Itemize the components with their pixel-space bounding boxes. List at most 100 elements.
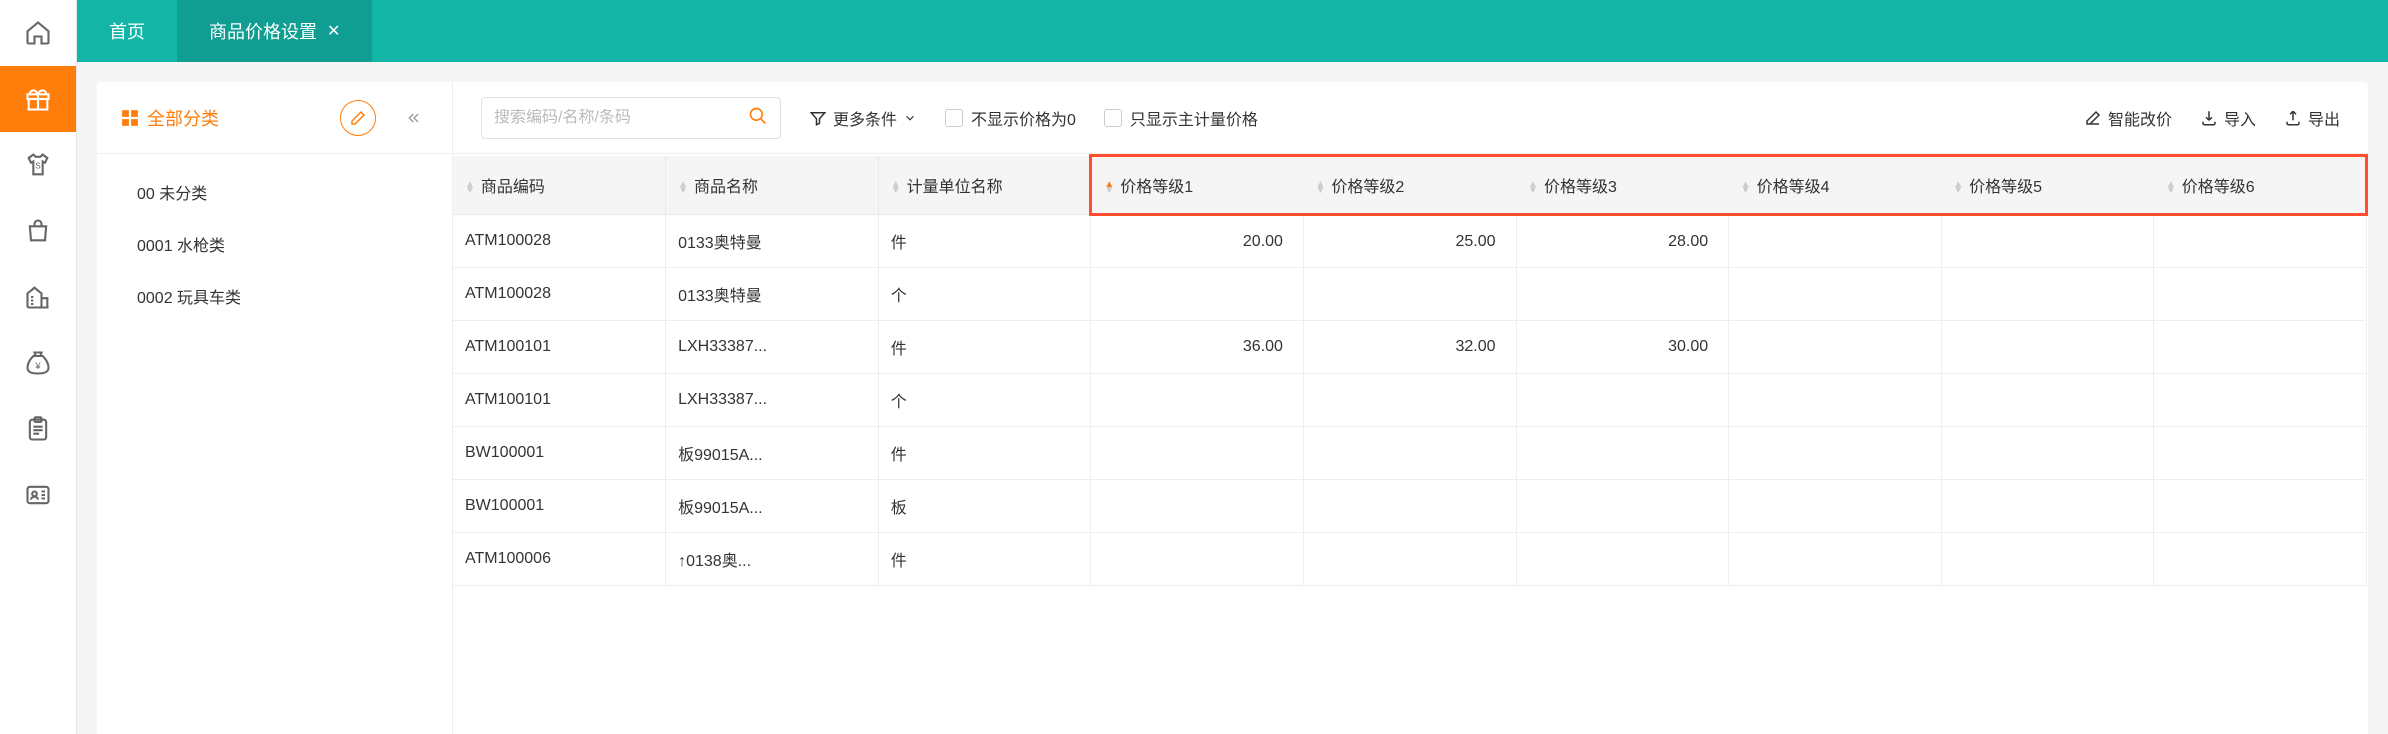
cell-price6[interactable] [2154,427,2367,480]
action-label: 导入 [2224,106,2256,130]
cell-price6[interactable] [2154,533,2367,586]
category-item[interactable]: 0002 玩具车类 [97,270,452,322]
table-row[interactable]: ATM100101LXH33387...个 [453,374,2367,427]
search-input[interactable] [494,109,748,127]
cell-price1[interactable] [1091,374,1304,427]
edit-category-button[interactable] [340,100,376,136]
cell-price4[interactable] [1729,533,1942,586]
nav-products[interactable] [0,66,76,132]
table-row[interactable]: ATM1000280133奥特曼个 [453,268,2367,321]
cell-price1[interactable] [1091,480,1304,533]
cell-price4[interactable] [1729,268,1942,321]
cell-price2[interactable] [1303,533,1516,586]
cell-price2[interactable] [1303,427,1516,480]
th-label: 价格等级2 [1331,179,1404,196]
cell-price3[interactable] [1516,374,1729,427]
nav-orders[interactable] [0,198,76,264]
th-code[interactable]: ▲▼商品编码 [453,156,666,215]
th-unit[interactable]: ▲▼计量单位名称 [878,156,1091,215]
cell-price3[interactable]: 28.00 [1516,215,1729,268]
cell-price2[interactable] [1303,268,1516,321]
cell-price5[interactable] [1941,374,2154,427]
gift-icon [24,85,52,113]
cell-price4[interactable] [1729,215,1942,268]
th-price3[interactable]: ▲▼价格等级3 [1516,156,1729,215]
th-price5[interactable]: ▲▼价格等级5 [1941,156,2154,215]
main-unit-only-checkbox[interactable]: 只显示主计量价格 [1104,106,1258,130]
cell-price6[interactable] [2154,480,2367,533]
more-conditions-button[interactable]: 更多条件 [809,106,917,130]
cell-price3[interactable] [1516,480,1729,533]
collapse-panel-button[interactable] [400,110,428,126]
tab-label: 商品价格设置 [209,18,317,44]
import-button[interactable]: 导入 [2200,106,2256,130]
cell-price1[interactable] [1091,427,1304,480]
table-row[interactable]: ATM1000280133奥特曼件20.0025.0028.00 [453,215,2367,268]
cell-price5[interactable] [1941,321,2154,374]
th-label: 价格等级4 [1757,179,1830,196]
th-label: 价格等级5 [1969,179,2042,196]
cell-price6[interactable] [2154,321,2367,374]
smart-change-button[interactable]: 智能改价 [2084,106,2172,130]
cell-price1[interactable]: 36.00 [1091,321,1304,374]
nav-warehouse[interactable] [0,264,76,330]
table-row[interactable]: ATM100101LXH33387...件36.0032.0030.00 [453,321,2367,374]
bag-icon [24,217,52,245]
cell-price6[interactable] [2154,374,2367,427]
cell-price4[interactable] [1729,321,1942,374]
table-row[interactable]: ATM100006↑0138奥...件 [453,533,2367,586]
th-name[interactable]: ▲▼商品名称 [666,156,879,215]
tab-home[interactable]: 首页 [77,0,177,62]
cell-price3[interactable]: 30.00 [1516,321,1729,374]
cell-price2[interactable]: 32.00 [1303,321,1516,374]
cell-price5[interactable] [1941,215,2154,268]
cell-price3[interactable] [1516,427,1729,480]
cell-unit: 件 [878,321,1091,374]
cell-price2[interactable] [1303,374,1516,427]
search-input-wrap[interactable] [481,97,781,139]
checkbox-label: 只显示主计量价格 [1130,106,1258,130]
nav-home[interactable] [0,0,76,66]
cell-price5[interactable] [1941,268,2154,321]
category-title[interactable]: 全部分类 [121,105,219,131]
checkbox-icon [1104,109,1122,127]
cell-price1[interactable] [1091,533,1304,586]
nav-finance[interactable]: ¥ [0,330,76,396]
cell-name: ↑0138奥... [666,533,879,586]
th-price1[interactable]: ▲▼价格等级1 [1091,156,1304,215]
cell-price4[interactable] [1729,480,1942,533]
cell-price6[interactable] [2154,215,2367,268]
cell-price3[interactable] [1516,268,1729,321]
tab-label: 首页 [109,18,145,44]
export-button[interactable]: 导出 [2284,106,2340,130]
cell-price2[interactable] [1303,480,1516,533]
cell-price1[interactable]: 20.00 [1091,215,1304,268]
category-item[interactable]: 0001 水枪类 [97,218,452,270]
cell-price5[interactable] [1941,427,2154,480]
search-icon[interactable] [748,106,768,129]
cell-price1[interactable] [1091,268,1304,321]
cell-price5[interactable] [1941,480,2154,533]
th-price6[interactable]: ▲▼价格等级6 [2154,156,2367,215]
category-item[interactable]: 00 未分类 [97,166,452,218]
cell-price4[interactable] [1729,374,1942,427]
cell-price4[interactable] [1729,427,1942,480]
table-row[interactable]: BW100001板99015A...板 [453,480,2367,533]
th-price4[interactable]: ▲▼价格等级4 [1729,156,1942,215]
price-table: ▲▼商品编码 ▲▼商品名称 ▲▼计量单位名称 ▲▼价格等级1 ▲▼价格等级2 ▲… [453,154,2368,586]
building-icon [24,283,52,311]
cell-price6[interactable] [2154,268,2367,321]
cell-price2[interactable]: 25.00 [1303,215,1516,268]
th-price2[interactable]: ▲▼价格等级2 [1303,156,1516,215]
nav-shirt[interactable]: S [0,132,76,198]
nav-reports[interactable] [0,396,76,462]
close-icon[interactable]: ✕ [327,21,340,41]
cell-price5[interactable] [1941,533,2154,586]
nav-contacts[interactable] [0,462,76,528]
hide-zero-price-checkbox[interactable]: 不显示价格为0 [945,106,1076,130]
cell-code: BW100001 [453,480,666,533]
cell-price3[interactable] [1516,533,1729,586]
tab-price-settings[interactable]: 商品价格设置 ✕ [177,0,372,62]
table-row[interactable]: BW100001板99015A...件 [453,427,2367,480]
category-panel: 全部分类 00 未分类 0001 水枪类 0002 玩具车类 [97,82,452,734]
